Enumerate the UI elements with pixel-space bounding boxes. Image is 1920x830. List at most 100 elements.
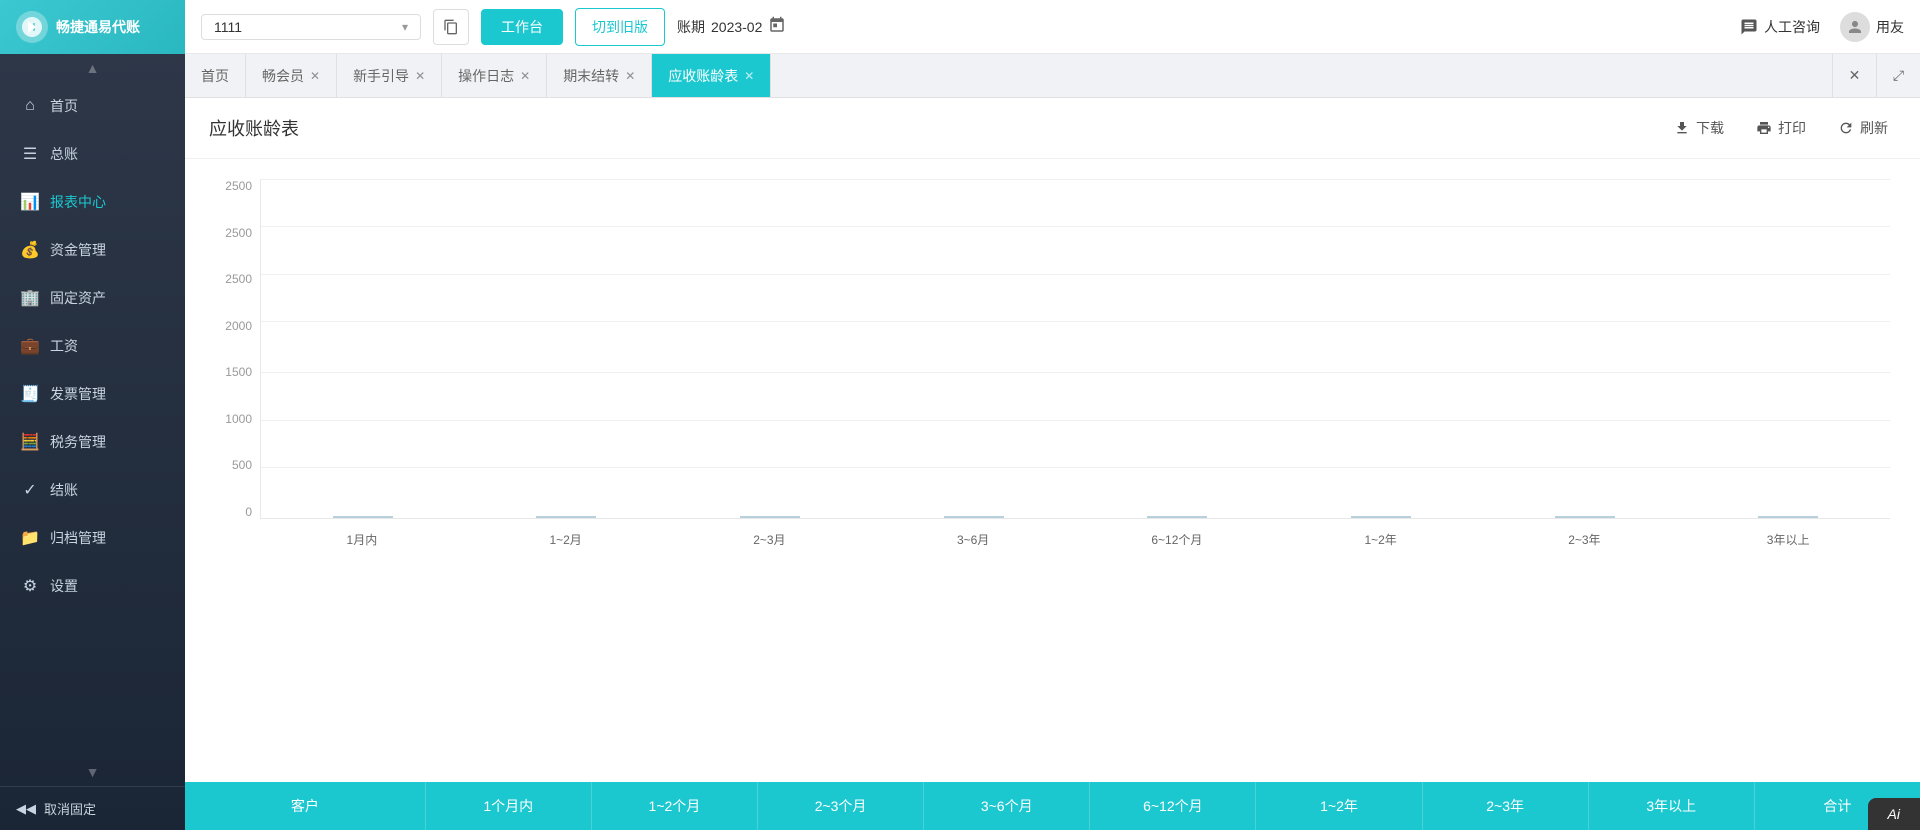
sidebar-label-home: 首页 [50, 96, 78, 116]
th-0: 客户 [185, 782, 426, 830]
sidebar-label-settings: 设置 [50, 576, 78, 596]
sidebar-label-checkout: 结账 [50, 480, 78, 500]
sidebar-item-settings[interactable]: ⚙ 设置 [0, 562, 185, 610]
th-8: 3年以上 [1589, 782, 1755, 830]
sidebar-label-payroll: 工资 [50, 336, 78, 356]
tab-aging[interactable]: 应收账龄表 ✕ [652, 54, 771, 97]
tab-label-home: 首页 [201, 66, 229, 86]
logo-area: 畅捷通易代账 [0, 0, 185, 54]
switch-button[interactable]: 切到旧版 [575, 8, 665, 46]
tab-guide[interactable]: 新手引导 ✕ [337, 54, 442, 97]
sidebar-label-assets: 固定资产 [50, 288, 106, 308]
th-2: 1~2个月 [592, 782, 758, 830]
scroll-down-indicator[interactable]: ▼ [0, 758, 185, 786]
bars-container [261, 179, 1890, 518]
sidebar-icon-settings: ⚙ [20, 576, 40, 596]
x-axis: 1月内1~2月2~3月3~6月6~12个月1~2年2~3年3年以上 [260, 519, 1890, 559]
sidebar-item-invoice[interactable]: 🧾 发票管理 [0, 370, 185, 418]
workbench-button[interactable]: 工作台 [481, 9, 563, 45]
sidebar-icon-checkout: ✓ [20, 480, 40, 500]
copy-button[interactable] [433, 9, 469, 45]
close-all-tabs-button[interactable]: ✕ [1832, 54, 1876, 98]
content-area: 首页畅会员✕新手引导✕操作日志✕期末结转✕应收账龄表✕ ✕ ⤢ 应收账龄表 [185, 54, 1920, 830]
th-4: 3~6个月 [924, 782, 1090, 830]
app-name: 畅捷通易代账 [56, 17, 140, 37]
sidebar-item-assets[interactable]: 🏢 固定资产 [0, 274, 185, 322]
user-name: 用友 [1876, 17, 1904, 37]
tab-member[interactable]: 畅会员 ✕ [246, 54, 337, 97]
sidebar-item-checkout[interactable]: ✓ 结账 [0, 466, 185, 514]
header-right: 人工咨询 用友 [1740, 12, 1904, 42]
tab-label-member: 畅会员 [262, 66, 304, 86]
refresh-button[interactable]: 刷新 [1830, 114, 1896, 142]
tab-log[interactable]: 操作日志 ✕ [442, 54, 547, 97]
company-selector[interactable]: 1111 ▾ [201, 14, 421, 40]
y-label-2000: 2000 [225, 319, 252, 333]
sidebar-item-ledger[interactable]: ☰ 总账 [0, 130, 185, 178]
bar-group-4 [1076, 516, 1280, 518]
bar-group-6 [1483, 516, 1687, 518]
y-label-2500b: 2500 [225, 226, 252, 240]
tab-actions: ✕ ⤢ [1832, 54, 1920, 97]
y-label-0: 0 [245, 505, 252, 519]
x-label-1: 1~2月 [464, 531, 668, 548]
ai-badge[interactable]: Ai [1868, 798, 1920, 830]
download-button[interactable]: 下载 [1666, 114, 1732, 142]
y-label-2500c: 2500 [225, 272, 252, 286]
sidebar-item-reports[interactable]: 📊 报表中心 [0, 178, 185, 226]
tab-close-guide[interactable]: ✕ [415, 69, 425, 83]
top-header: 1111 ▾ 工作台 切到旧版 账期 2023-02 [185, 0, 1920, 54]
y-label-1000: 1000 [225, 412, 252, 426]
expand-button[interactable]: ⤢ [1876, 54, 1920, 98]
th-7: 2~3年 [1423, 782, 1589, 830]
tab-close-member[interactable]: ✕ [310, 69, 320, 83]
x-label-4: 6~12个月 [1075, 531, 1279, 548]
tab-label-guide: 新手引导 [353, 66, 409, 86]
x-label-3: 3~6月 [871, 531, 1075, 548]
sidebar-icon-payroll: 💼 [20, 336, 40, 356]
user-button[interactable]: 用友 [1840, 12, 1904, 42]
pin-icon: ◀◀ [16, 801, 36, 817]
sidebar-label-ledger: 总账 [50, 144, 78, 164]
bar-3 [944, 516, 1004, 518]
y-label-2500a: 2500 [225, 179, 252, 193]
bar-group-5 [1279, 516, 1483, 518]
page-title: 应收账龄表 [209, 115, 299, 141]
sidebar-label-funds: 资金管理 [50, 240, 106, 260]
sidebar-icon-reports: 📊 [20, 192, 40, 212]
consulting-label: 人工咨询 [1764, 17, 1820, 37]
tab-close-log[interactable]: ✕ [520, 69, 530, 83]
sidebar-item-archive[interactable]: 📁 归档管理 [0, 514, 185, 562]
y-label-500: 500 [232, 458, 252, 472]
y-axis: 2500 2500 2500 2000 1500 1000 500 0 [215, 179, 260, 519]
x-label-7: 3年以上 [1686, 531, 1890, 548]
tab-label-log: 操作日志 [458, 66, 514, 86]
tab-home[interactable]: 首页 [185, 54, 246, 97]
tab-close-closing[interactable]: ✕ [625, 69, 635, 83]
x-label-0: 1月内 [260, 531, 464, 548]
calendar-icon[interactable] [768, 16, 786, 37]
scroll-up-indicator[interactable]: ▲ [0, 54, 185, 82]
sidebar-label-tax: 税务管理 [50, 432, 106, 452]
sidebar-item-tax[interactable]: 🧮 税务管理 [0, 418, 185, 466]
tab-close-aging[interactable]: ✕ [744, 69, 754, 83]
download-label: 下载 [1696, 118, 1724, 138]
tab-label-aging: 应收账龄表 [668, 66, 738, 86]
x-label-2: 2~3月 [668, 531, 872, 548]
tab-bar: 首页畅会员✕新手引导✕操作日志✕期末结转✕应收账龄表✕ ✕ ⤢ [185, 54, 1920, 98]
logo-icon [16, 11, 48, 43]
sidebar-item-home[interactable]: ⌂ 首页 [0, 82, 185, 130]
sidebar-item-funds[interactable]: 💰 资金管理 [0, 226, 185, 274]
tab-closing[interactable]: 期末结转✕ [547, 54, 652, 97]
sidebar-item-payroll[interactable]: 💼 工资 [0, 322, 185, 370]
print-button[interactable]: 打印 [1748, 114, 1814, 142]
consulting-button[interactable]: 人工咨询 [1740, 17, 1820, 37]
chart-plot [260, 179, 1890, 519]
sidebar-icon-tax: 🧮 [20, 432, 40, 452]
page-content: 应收账龄表 下载 打印 [185, 98, 1920, 830]
period-value: 2023-02 [711, 19, 762, 35]
chart-wrapper: 2500 2500 2500 2000 1500 1000 500 0 [215, 179, 1890, 559]
bar-1 [536, 516, 596, 518]
sidebar-footer[interactable]: ◀◀ 取消固定 [0, 786, 185, 830]
bar-2 [740, 516, 800, 518]
